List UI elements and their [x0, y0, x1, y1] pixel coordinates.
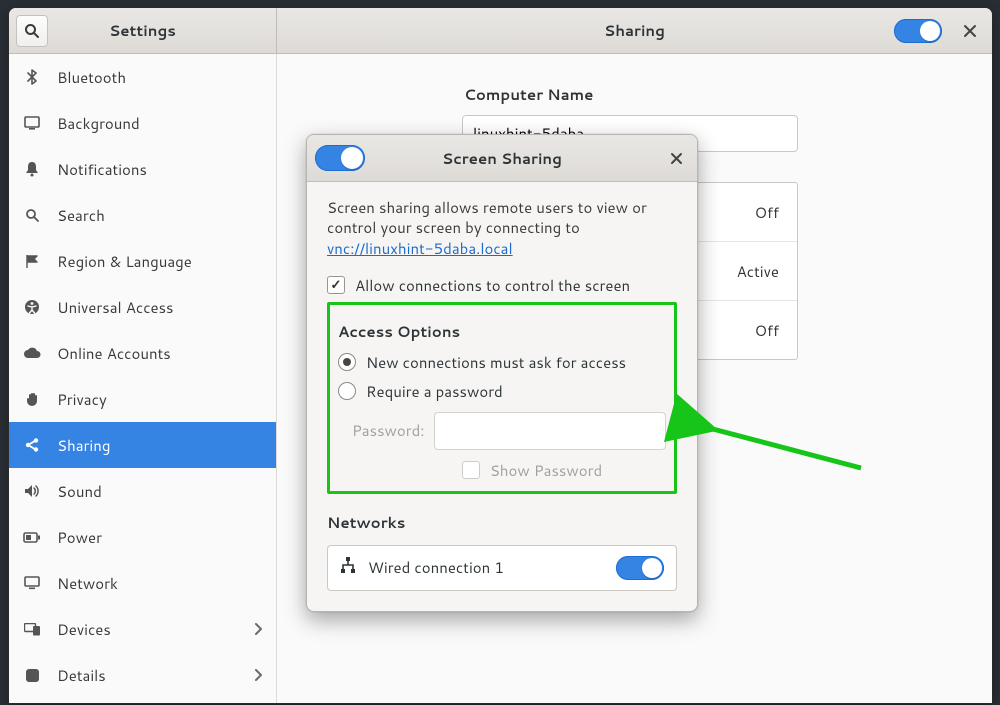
- radio-ask[interactable]: [338, 353, 356, 371]
- allow-control-row[interactable]: Allow connections to control the screen: [327, 275, 677, 296]
- dialog-layer: Screen Sharing Screen sharing allows rem…: [9, 8, 992, 703]
- password-input: [434, 412, 666, 450]
- show-password-row: Show Password: [398, 460, 666, 481]
- radio-password-row[interactable]: Require a password: [338, 381, 666, 402]
- close-icon: [670, 152, 683, 165]
- annotation-highlight: Access Options New connections must ask …: [327, 302, 677, 494]
- dialog-header: Screen Sharing: [307, 135, 697, 182]
- radio-ask-label: New connections must ask for access: [366, 352, 626, 373]
- show-password-label: Show Password: [490, 460, 602, 481]
- screen-sharing-toggle[interactable]: [315, 145, 365, 171]
- network-name: Wired connection 1: [368, 557, 504, 578]
- networks-section: Networks Wired connection 1: [327, 512, 677, 591]
- network-row: Wired connection 1: [327, 545, 677, 591]
- dialog-description: Screen sharing allows remote users to vi…: [327, 198, 677, 259]
- network-toggle[interactable]: [616, 556, 664, 580]
- show-password-checkbox: [462, 461, 480, 479]
- access-options-title: Access Options: [338, 321, 666, 342]
- dialog-body: Screen sharing allows remote users to vi…: [307, 182, 697, 611]
- radio-ask-row[interactable]: New connections must ask for access: [338, 352, 666, 373]
- allow-control-label: Allow connections to control the screen: [355, 275, 630, 296]
- radio-password[interactable]: [338, 382, 356, 400]
- annotation-arrow: [691, 398, 876, 478]
- networks-title: Networks: [327, 512, 677, 533]
- radio-password-label: Require a password: [366, 381, 503, 402]
- wired-icon: [340, 557, 356, 578]
- dialog-close-button[interactable]: [655, 135, 697, 181]
- password-row: Password:: [338, 412, 666, 450]
- settings-window: Settings Sharing Bluetooth Background No…: [8, 7, 993, 704]
- vnc-link[interactable]: vnc://linuxhint-5daba.local: [327, 238, 513, 259]
- dialog-description-text: Screen sharing allows remote users to vi…: [327, 197, 647, 238]
- dialog-title: Screen Sharing: [307, 135, 697, 181]
- allow-control-checkbox[interactable]: [327, 276, 345, 294]
- password-label: Password:: [352, 420, 424, 441]
- screen-sharing-dialog: Screen Sharing Screen sharing allows rem…: [306, 134, 698, 612]
